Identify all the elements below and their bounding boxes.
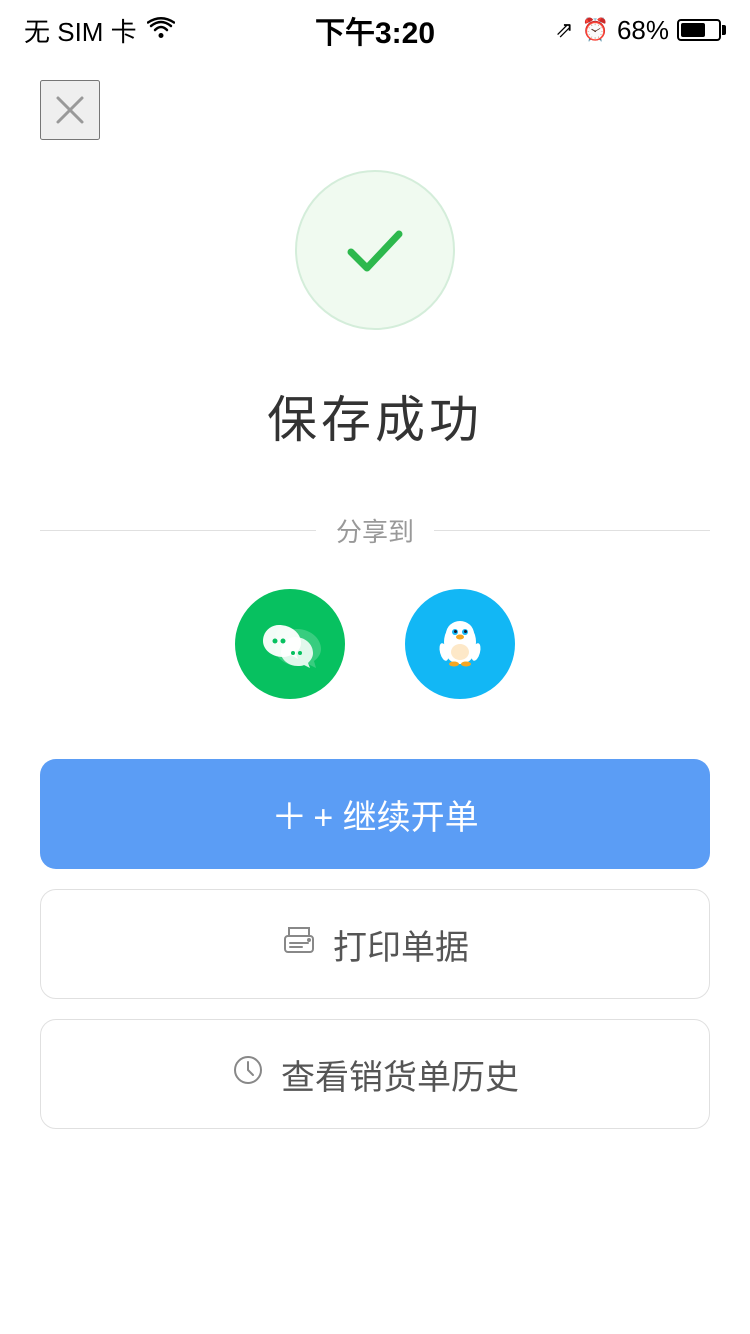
- print-button[interactable]: 打印单据: [40, 889, 710, 999]
- status-left: 无 SIM 卡: [24, 12, 175, 49]
- status-right: ⇗ ⏰ 68%: [555, 15, 726, 46]
- alarm-icon: ⏰: [582, 17, 609, 43]
- share-section: 分享到: [40, 512, 710, 699]
- location-icon: ⇗: [555, 17, 573, 43]
- status-bar: 无 SIM 卡 下午3:20 ⇗ ⏰ 68%: [0, 0, 750, 60]
- wifi-icon: [147, 16, 175, 45]
- print-icon: [281, 924, 317, 965]
- share-divider: 分享到: [40, 512, 710, 549]
- success-title: 保存成功: [267, 380, 483, 452]
- history-button[interactable]: 查看销货单历史: [40, 1019, 710, 1129]
- close-button[interactable]: [40, 80, 100, 140]
- carrier-label: 无 SIM 卡: [24, 12, 137, 49]
- main-content: 保存成功 分享到: [0, 60, 750, 1334]
- action-buttons: ＋ + 继续开单 打印单据: [40, 759, 710, 1129]
- qq-share-button[interactable]: [405, 589, 515, 699]
- history-label: 查看销货单历史: [281, 1050, 519, 1099]
- history-icon: [231, 1053, 265, 1096]
- continue-label: + 继续开单: [313, 790, 478, 839]
- continue-icon: ＋: [271, 788, 307, 840]
- share-icons: [40, 589, 710, 699]
- wechat-share-button[interactable]: [235, 589, 345, 699]
- success-icon-circle: [295, 170, 455, 330]
- battery-percent: 68%: [617, 15, 669, 46]
- share-label: 分享到: [336, 512, 414, 549]
- print-label: 打印单据: [333, 920, 469, 969]
- battery-icon: [677, 19, 726, 41]
- status-time: 下午3:20: [315, 8, 435, 52]
- continue-button[interactable]: ＋ + 继续开单: [40, 759, 710, 869]
